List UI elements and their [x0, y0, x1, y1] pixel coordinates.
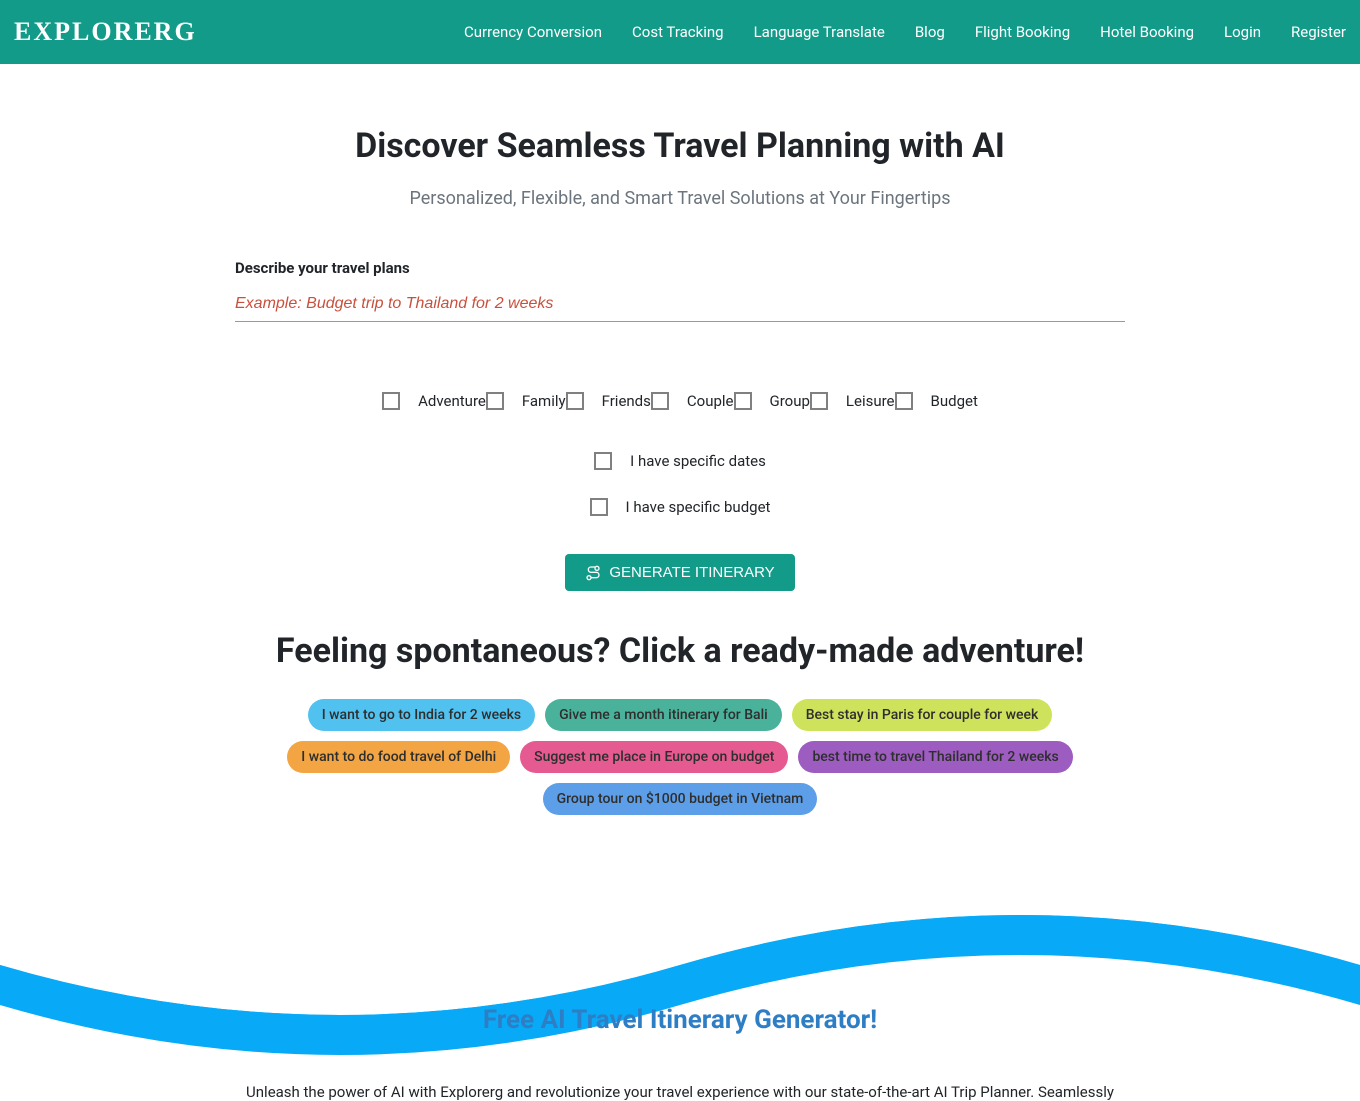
checkbox-family[interactable] [486, 392, 504, 410]
route-icon [585, 565, 601, 581]
pill-europe[interactable]: Suggest me place in Europe on budget [520, 741, 788, 773]
checkbox-family-label: Family [522, 392, 566, 410]
checkbox-group-label: Group [770, 392, 810, 410]
checkbox-adventure-wrap: Adventure [382, 392, 486, 410]
checkbox-adventure-label: Adventure [418, 392, 486, 410]
pill-vietnam[interactable]: Group tour on $1000 budget in Vietnam [543, 783, 818, 815]
checkbox-leisure-label: Leisure [846, 392, 895, 410]
checkbox-budget-wrap: Budget [895, 392, 978, 410]
travel-form: Describe your travel plans [235, 259, 1125, 322]
dates-checkbox-row: I have specific dates [235, 452, 1125, 470]
nav-login[interactable]: Login [1224, 23, 1261, 41]
page-title: Discover Seamless Travel Planning with A… [235, 126, 1125, 166]
checkbox-family-wrap: Family [486, 392, 566, 410]
pill-india[interactable]: I want to go to India for 2 weeks [308, 699, 535, 731]
main-nav: Currency Conversion Cost Tracking Langua… [464, 23, 1346, 41]
header: EXPLORERG Currency Conversion Cost Track… [0, 0, 1360, 64]
wave-divider [0, 865, 1360, 1065]
checkbox-friends-wrap: Friends [566, 392, 651, 410]
wave-icon [0, 865, 1360, 1065]
checkbox-budget[interactable] [895, 392, 913, 410]
nav-currency-conversion[interactable]: Currency Conversion [464, 23, 602, 41]
checkbox-specific-dates-label: I have specific dates [630, 452, 766, 470]
checkbox-leisure[interactable] [810, 392, 828, 410]
checkbox-leisure-wrap: Leisure [810, 392, 895, 410]
nav-cost-tracking[interactable]: Cost Tracking [632, 23, 724, 41]
pill-delhi[interactable]: I want to do food travel of Delhi [287, 741, 510, 773]
travel-plan-label: Describe your travel plans [235, 259, 1125, 277]
pill-thailand[interactable]: best time to travel Thailand for 2 weeks [798, 741, 1072, 773]
nav-flight-booking[interactable]: Flight Booking [975, 23, 1070, 41]
generate-button-label: GENERATE ITINERARY [609, 564, 774, 581]
logo[interactable]: EXPLORERG [14, 17, 197, 47]
pill-bali[interactable]: Give me a month itinerary for Bali [545, 699, 782, 731]
category-checkboxes: Adventure Family Friends Couple Group Le… [235, 392, 1125, 410]
checkbox-couple-label: Couple [687, 392, 734, 410]
checkbox-specific-dates[interactable] [594, 452, 612, 470]
checkbox-couple[interactable] [651, 392, 669, 410]
checkbox-budget-label: Budget [931, 392, 978, 410]
checkbox-couple-wrap: Couple [651, 392, 734, 410]
page-subtitle: Personalized, Flexible, and Smart Travel… [235, 188, 1125, 209]
travel-plan-input[interactable] [235, 287, 1125, 322]
checkbox-friends[interactable] [566, 392, 584, 410]
budget-checkbox-row: I have specific budget [235, 498, 1125, 516]
spontaneous-title: Feeling spontaneous? Click a ready-made … [235, 631, 1125, 671]
suggestion-pills: I want to go to India for 2 weeks Give m… [235, 699, 1125, 815]
nav-hotel-booking[interactable]: Hotel Booking [1100, 23, 1194, 41]
bottom-title: Free AI Travel Itinerary Generator! [0, 1005, 1360, 1035]
generate-itinerary-button[interactable]: GENERATE ITINERARY [565, 554, 794, 591]
bottom-section: Free AI Travel Itinerary Generator! Unle… [0, 1065, 1360, 1101]
bottom-text: Unleash the power of AI with Explorerg a… [230, 1083, 1130, 1101]
checkbox-specific-budget[interactable] [590, 498, 608, 516]
pill-paris[interactable]: Best stay in Paris for couple for week [792, 699, 1053, 731]
main-container: Discover Seamless Travel Planning with A… [215, 126, 1145, 815]
nav-register[interactable]: Register [1291, 23, 1346, 41]
checkbox-adventure[interactable] [382, 392, 400, 410]
checkbox-friends-label: Friends [602, 392, 651, 410]
nav-blog[interactable]: Blog [915, 23, 945, 41]
checkbox-group[interactable] [734, 392, 752, 410]
nav-language-translate[interactable]: Language Translate [754, 23, 885, 41]
checkbox-specific-budget-label: I have specific budget [626, 498, 771, 516]
checkbox-group-wrap: Group [734, 392, 810, 410]
